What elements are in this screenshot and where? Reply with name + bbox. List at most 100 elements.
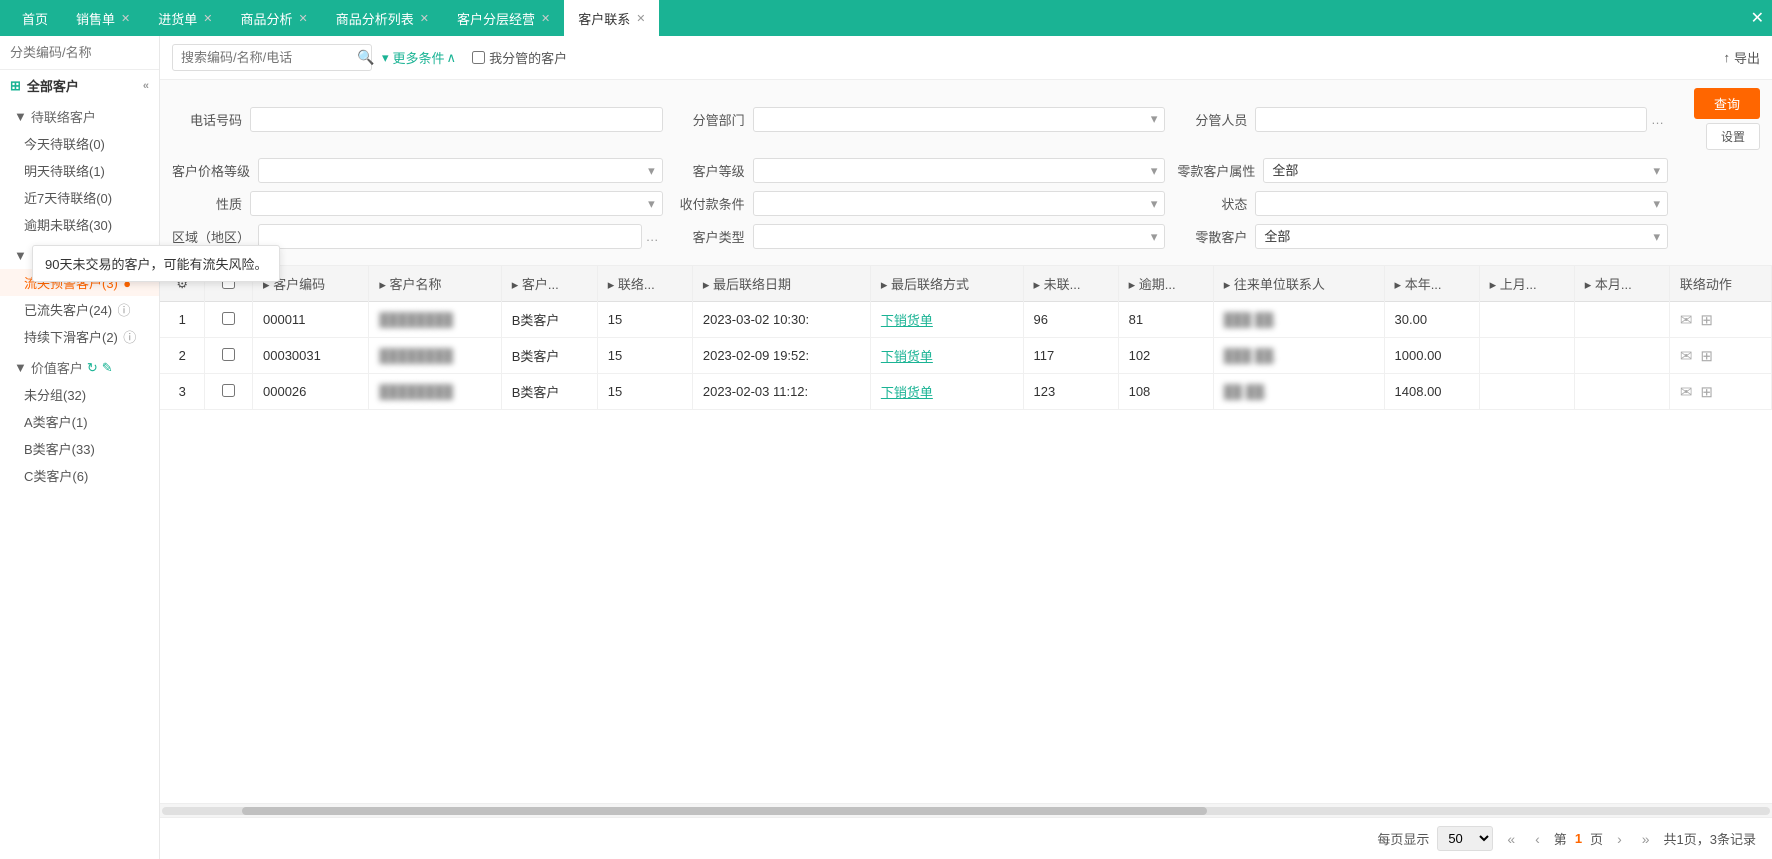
- window-close-btn[interactable]: ✕: [1751, 8, 1764, 28]
- row1-this-month: [1574, 302, 1669, 338]
- tab-home[interactable]: 首页: [8, 0, 62, 36]
- sidebar-item-c-class[interactable]: C类客户(6): [0, 462, 159, 489]
- filter-customer-level-select[interactable]: [753, 158, 1166, 183]
- search-icon[interactable]: 🔍: [357, 49, 374, 66]
- col-last-date[interactable]: ▸ 最后联络日期: [692, 266, 870, 302]
- row3-last-date: 2023-02-03 11:12:: [692, 374, 870, 410]
- per-page-select[interactable]: 50 100: [1437, 826, 1493, 851]
- scrollbar-track[interactable]: [162, 807, 1770, 815]
- filter-customer-level: 客户等级: [675, 158, 1166, 183]
- row2-checkbox[interactable]: [205, 338, 253, 374]
- row1-mail-icon[interactable]: ✉: [1680, 311, 1693, 329]
- filter-nature-select[interactable]: [250, 191, 663, 216]
- sidebar-item-a-class[interactable]: A类客户(1): [0, 408, 159, 435]
- sidebar-all-customers[interactable]: ⊞ 全部客户 «: [0, 70, 159, 101]
- sidebar-item-declining[interactable]: 持续下滑客户(2) ⓘ: [0, 323, 159, 350]
- row3-grid-icon[interactable]: ⊞: [1700, 383, 1713, 401]
- sidebar-item-7days[interactable]: 近7天待联络(0): [0, 184, 159, 211]
- filter-panel: 电话号码 分管部门 分管人员 … 查询 设置: [160, 80, 1772, 266]
- pagination-first-btn[interactable]: «: [1501, 829, 1521, 849]
- tab-analysis-close[interactable]: ✕: [299, 12, 308, 25]
- filter-manager-more[interactable]: …: [1647, 112, 1668, 127]
- col-last-month[interactable]: ▸ 上月...: [1479, 266, 1574, 302]
- sidebar-item-today[interactable]: 今天待联络(0): [0, 130, 159, 157]
- sidebar-group-value: ▼ 价值客户 ↻ ✎ 未分组(32) A类客户(1) B类客户(33) C类客户…: [0, 352, 159, 491]
- row3-mail-icon[interactable]: ✉: [1680, 383, 1693, 401]
- filter-region-more[interactable]: …: [642, 229, 663, 244]
- col-contact-count[interactable]: ▸ 联络...: [597, 266, 692, 302]
- filter-customer-type-select[interactable]: [753, 224, 1166, 249]
- tab-purchase-close[interactable]: ✕: [203, 12, 212, 25]
- row3-checkbox[interactable]: [205, 374, 253, 410]
- tab-customer-contact[interactable]: 客户联系 ✕: [564, 0, 659, 36]
- my-customer-checkbox-wrap[interactable]: 我分管的客户: [472, 48, 567, 67]
- filter-phone-label: 电话号码: [172, 110, 242, 129]
- col-overdue[interactable]: ▸ 逾期...: [1118, 266, 1213, 302]
- col-contact-person[interactable]: ▸ 往来单位联系人: [1213, 266, 1384, 302]
- filter-manager: 分管人员 …: [1177, 107, 1668, 132]
- filter-payment-select[interactable]: [753, 191, 1166, 216]
- sidebar-item-churned[interactable]: 已流失客户(24) ⓘ: [0, 296, 159, 323]
- toolbar: 🔍 ▾ 更多条件 ∧ 我分管的客户 ↑ 导出: [160, 36, 1772, 80]
- row2-last-method[interactable]: 下销货单: [870, 338, 1023, 374]
- filter-manager-input[interactable]: [1255, 107, 1647, 132]
- edit-icon[interactable]: ✎: [102, 360, 113, 376]
- table-wrap: ⚙ ▸ 客户编码 ▸ 客户名称 ▸ 客户...: [160, 266, 1772, 803]
- settings-button[interactable]: 设置: [1706, 123, 1760, 150]
- tab-customer-tier[interactable]: 客户分层经营 ✕: [443, 0, 564, 36]
- row1-grid-icon[interactable]: ⊞: [1700, 311, 1713, 329]
- tab-sales[interactable]: 销售单 ✕: [62, 0, 144, 36]
- col-this-month[interactable]: ▸ 本月...: [1574, 266, 1669, 302]
- tab-sales-close[interactable]: ✕: [121, 12, 130, 25]
- sidebar-item-tomorrow[interactable]: 明天待联络(1): [0, 157, 159, 184]
- sidebar-collapse-btn[interactable]: «: [143, 80, 149, 92]
- pagination-last-btn[interactable]: »: [1636, 829, 1656, 849]
- pagination-prev-btn[interactable]: ‹: [1529, 829, 1546, 849]
- filter-phone-input[interactable]: [250, 107, 663, 132]
- filter-actions: 查询 设置: [1680, 88, 1760, 150]
- filter-dept-select[interactable]: [753, 107, 1166, 132]
- col-name[interactable]: ▸ 客户名称: [369, 266, 501, 302]
- tab-purchase[interactable]: 进货单 ✕: [144, 0, 226, 36]
- export-btn[interactable]: ↑ 导出: [1723, 48, 1760, 67]
- horizontal-scrollbar[interactable]: [160, 803, 1772, 817]
- pagination-current-page: 1: [1575, 831, 1582, 846]
- tab-customer-contact-close[interactable]: ✕: [636, 12, 645, 25]
- sidebar-search-input[interactable]: [10, 45, 160, 60]
- filter-price-level-select[interactable]: [258, 158, 663, 183]
- scrollbar-thumb[interactable]: [242, 807, 1207, 815]
- tab-customer-tier-close[interactable]: ✕: [541, 12, 550, 25]
- col-uncontacted[interactable]: ▸ 未联...: [1023, 266, 1118, 302]
- col-type[interactable]: ▸ 客户...: [501, 266, 597, 302]
- filter-zero-customer-select[interactable]: 全部: [1255, 224, 1668, 249]
- query-button[interactable]: 查询: [1694, 88, 1760, 119]
- tab-analysis-list-close[interactable]: ✕: [420, 12, 429, 25]
- col-this-year[interactable]: ▸ 本年...: [1384, 266, 1479, 302]
- col-last-method[interactable]: ▸ 最后联络方式: [870, 266, 1023, 302]
- sidebar-sub-title-pending[interactable]: ▼ 待联络客户: [0, 103, 159, 130]
- row3-last-method[interactable]: 下销货单: [870, 374, 1023, 410]
- row2-type: B类客户: [501, 338, 597, 374]
- pagination-next-btn[interactable]: ›: [1611, 829, 1628, 849]
- tab-analysis-list[interactable]: 商品分析列表 ✕: [322, 0, 443, 36]
- tab-analysis[interactable]: 商品分析 ✕: [226, 0, 321, 36]
- row3-name: ████████: [369, 374, 501, 410]
- more-filter-btn[interactable]: ▾ 更多条件 ∧: [382, 48, 456, 67]
- refresh-icon[interactable]: ↻: [87, 360, 98, 376]
- filter-zero-attr-select[interactable]: 全部: [1263, 158, 1668, 183]
- search-box[interactable]: 🔍: [172, 44, 372, 71]
- row2-mail-icon[interactable]: ✉: [1680, 347, 1693, 365]
- sidebar-item-b-class[interactable]: B类客户(33): [0, 435, 159, 462]
- filter-region-input[interactable]: [258, 224, 642, 249]
- row1-checkbox[interactable]: [205, 302, 253, 338]
- row2-grid-icon[interactable]: ⊞: [1700, 347, 1713, 365]
- row1-last-method[interactable]: 下销货单: [870, 302, 1023, 338]
- sidebar-item-ungrouped[interactable]: 未分组(32): [0, 381, 159, 408]
- search-input[interactable]: [181, 50, 357, 65]
- row1-action-icons: ✉ ⊞: [1680, 311, 1761, 329]
- my-customer-checkbox[interactable]: [472, 51, 485, 64]
- row2-this-year: 1000.00: [1384, 338, 1479, 374]
- filter-status-select[interactable]: [1255, 191, 1668, 216]
- sidebar-item-overdue[interactable]: 逾期未联络(30): [0, 211, 159, 238]
- sidebar-sub-title-value[interactable]: ▼ 价值客户 ↻ ✎: [0, 354, 159, 381]
